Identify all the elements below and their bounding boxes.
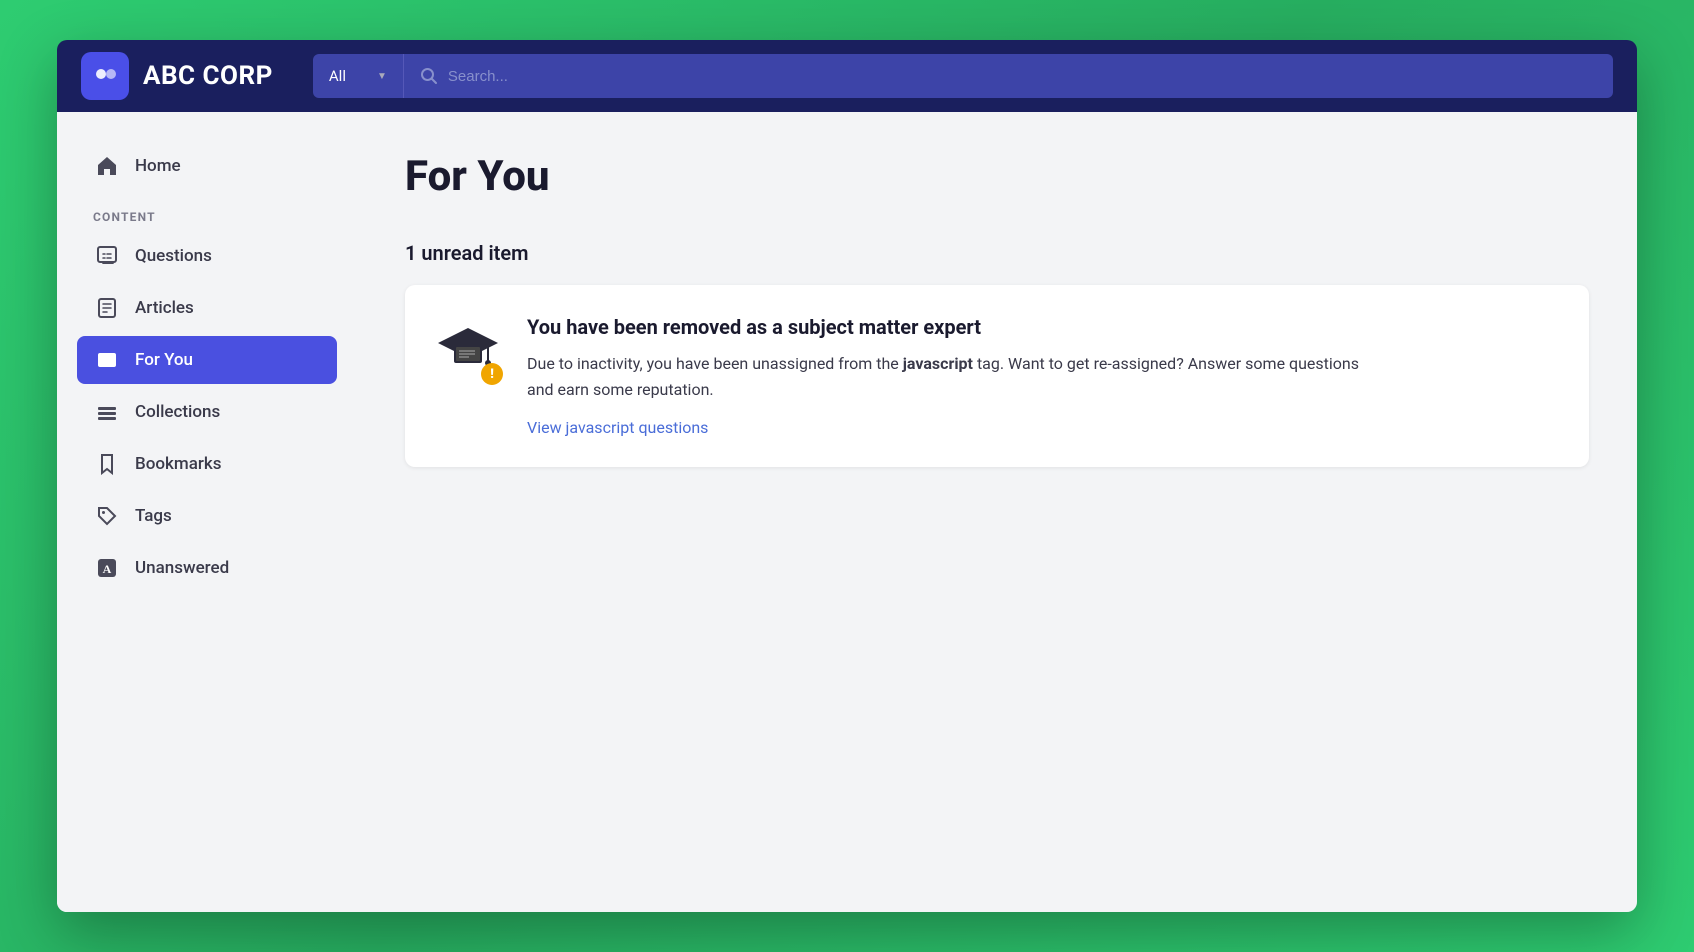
bookmarks-icon	[93, 450, 121, 478]
navbar: ABC CORP All ▼	[57, 40, 1637, 112]
card-content: You have been removed as a subject matte…	[527, 315, 1561, 437]
logo-area: ABC CORP	[81, 52, 273, 100]
sidebar-item-for-you[interactable]: For You	[77, 336, 337, 384]
company-name: ABC CORP	[143, 61, 273, 91]
search-input[interactable]	[448, 68, 1597, 85]
search-input-wrap	[403, 54, 1613, 98]
sidebar-item-articles[interactable]: Articles	[77, 284, 337, 332]
for-you-icon	[93, 346, 121, 374]
content-section-label: CONTENT	[77, 194, 337, 232]
card-icon-area: !	[433, 315, 503, 385]
sidebar-item-questions[interactable]: Questions	[77, 232, 337, 280]
chevron-down-icon: ▼	[377, 71, 387, 82]
card-body-prefix: Due to inactivity, you have been unassig…	[527, 354, 903, 373]
card-body-tag: javascript	[903, 354, 973, 373]
sidebar-item-home[interactable]: Home	[77, 142, 337, 190]
collections-icon	[93, 398, 121, 426]
content-area: For You 1 unread item	[357, 112, 1637, 912]
app-window: ABC CORP All ▼	[57, 40, 1637, 912]
svg-text:A: A	[103, 562, 112, 576]
warning-badge: !	[481, 363, 503, 385]
view-javascript-questions-link[interactable]: View javascript questions	[527, 418, 708, 437]
unanswered-icon: A	[93, 554, 121, 582]
card-title: You have been removed as a subject matte…	[527, 315, 1561, 339]
main-layout: Home CONTENT Questions	[57, 112, 1637, 912]
sidebar-item-unanswered[interactable]: A Unanswered	[77, 544, 337, 592]
home-icon	[93, 152, 121, 180]
sidebar-item-tags[interactable]: Tags	[77, 492, 337, 540]
logo-icon	[81, 52, 129, 100]
notification-card: ! You have been removed as a subject mat…	[405, 285, 1589, 467]
search-area: All ▼	[313, 54, 1613, 98]
questions-icon	[93, 242, 121, 270]
unread-count: 1 unread item	[405, 241, 1589, 265]
sidebar-item-collections[interactable]: Collections	[77, 388, 337, 436]
search-icon	[420, 67, 438, 85]
articles-icon	[93, 294, 121, 322]
page-title: For You	[405, 152, 1589, 201]
sidebar: Home CONTENT Questions	[57, 112, 357, 912]
search-filter-dropdown[interactable]: All ▼	[313, 54, 403, 98]
sidebar-item-bookmarks[interactable]: Bookmarks	[77, 440, 337, 488]
tags-icon	[93, 502, 121, 530]
card-body: Due to inactivity, you have been unassig…	[527, 351, 1561, 402]
